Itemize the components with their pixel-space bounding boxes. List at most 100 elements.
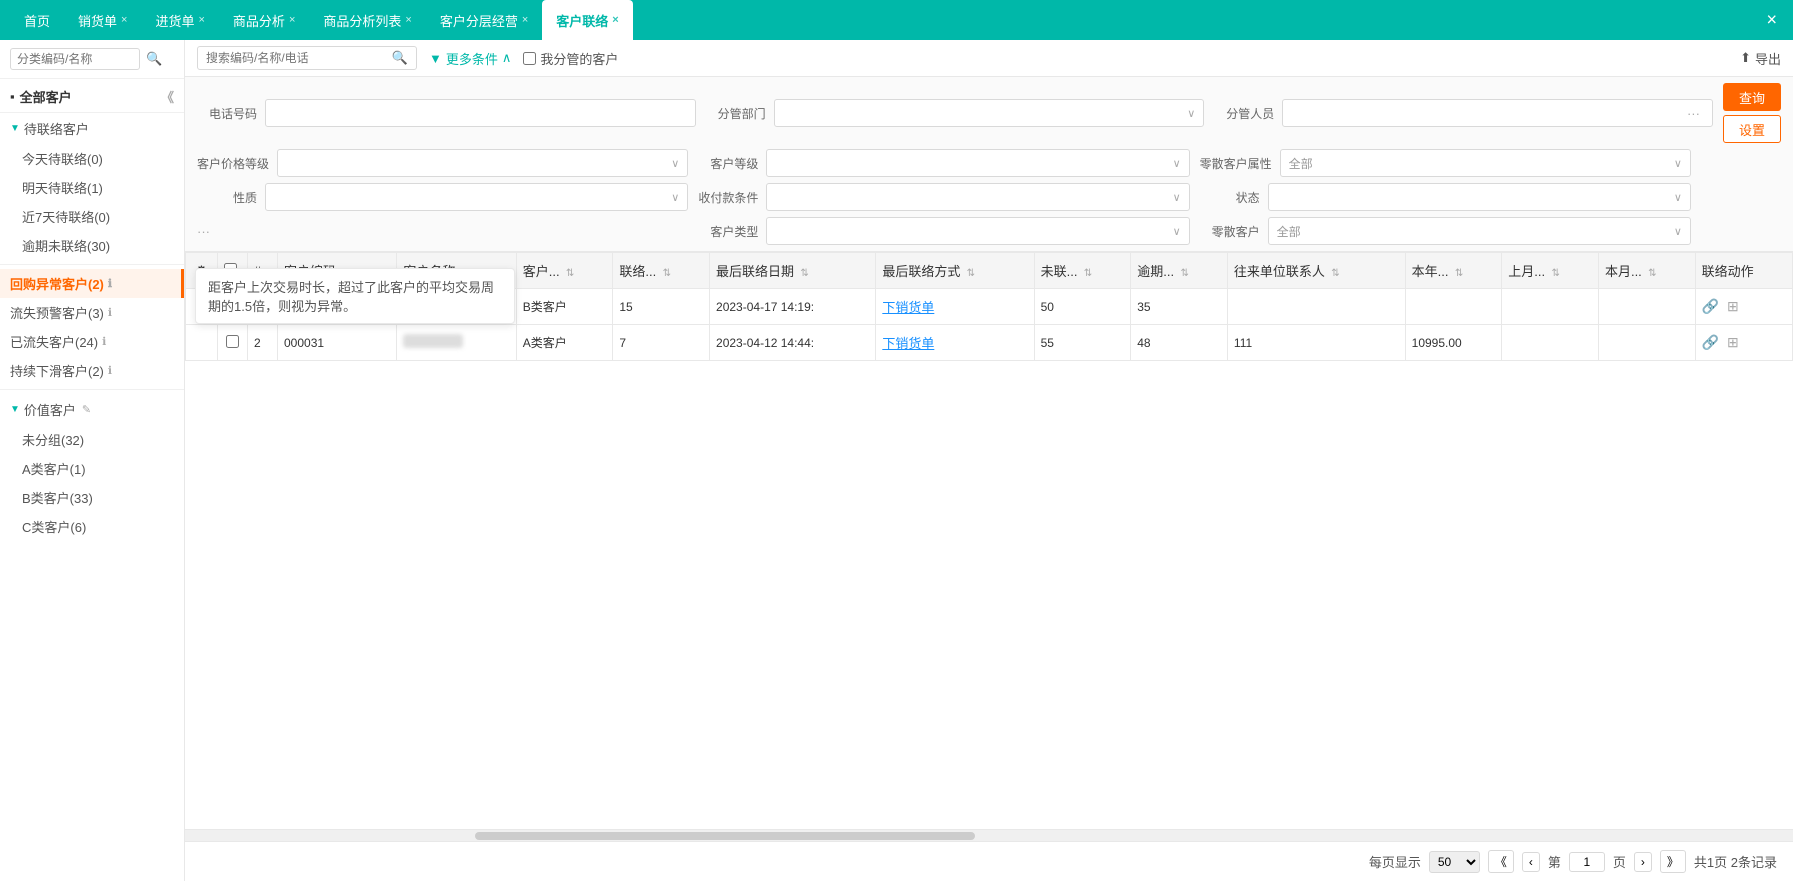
phone-input[interactable] [265,99,696,127]
sidebar-collapse-icon[interactable]: 《 [161,87,174,106]
my-customers-check[interactable] [523,52,536,65]
last-page-btn[interactable]: 》 [1660,850,1686,873]
my-customers-checkbox[interactable]: 我分管的客户 [523,49,618,68]
nav-close-customer-tier[interactable]: × [522,14,528,26]
price-level-select[interactable]: ∨ [277,149,688,177]
dept-select[interactable]: ∨ [774,99,1205,127]
person-select[interactable]: ··· [1282,99,1713,127]
col-contact[interactable]: 联络... ⇅ [613,253,710,289]
row-historical-0 [1227,289,1405,325]
gender-label: 性质 [197,189,257,206]
action-link-icon-0[interactable]: 🔗 [1702,298,1719,315]
query-button[interactable]: 查询 [1723,83,1781,111]
row-this-year-1: 10995.00 [1405,325,1502,361]
sidebar-item-tomorrow[interactable]: 明天待联络(1) [0,173,184,202]
col-last-method[interactable]: 最后联络方式 ⇅ [876,253,1034,289]
sort-icon-this-month: ⇅ [1648,268,1656,279]
row-checkbox-1[interactable] [226,335,239,348]
nav-customer-contact[interactable]: 客户联络 × [542,0,632,40]
col-overdue[interactable]: 逾期... ⇅ [1131,253,1228,289]
last-method-link-0[interactable]: 下销货单 [882,300,934,315]
settings-button[interactable]: 设置 [1723,115,1781,143]
more-conditions-btn[interactable]: ▼ 更多条件 ∧ [429,49,511,68]
sidebar-item-lost-warning[interactable]: 流失预警客户(3) ℹ [0,298,184,327]
nav-close-purchase[interactable]: × [198,14,204,26]
sidebar-item-7days[interactable]: 近7天待联络(0) [0,202,184,231]
sidebar-item-overdue[interactable]: 逾期未联络(30) [0,231,184,260]
scrollbar-thumb[interactable] [475,832,975,840]
sidebar-item-class-a[interactable]: A类客户(1) [0,454,184,483]
sidebar-search-input[interactable] [10,48,140,70]
search-box[interactable]: 🔍 [197,46,417,70]
nav-close-product-list[interactable]: × [405,14,411,26]
sort-icon-historical: ⇅ [1331,268,1339,279]
nav-home[interactable]: 首页 [10,0,64,40]
per-page-select[interactable]: 50 100 200 [1429,851,1480,873]
filter-row-1: 电话号码 分管部门 ∨ 分管人员 ··· [197,83,1781,143]
action-grid-icon-0[interactable]: ⊞ [1727,298,1739,315]
content-area: 距客户上次交易时长，超过了此客户的平均交易周期的1.5倍，则视为异常。 🔍 ▼ … [185,40,1793,881]
level-select[interactable]: ∨ [766,149,1189,177]
sidebar-item-class-b[interactable]: B类客户(33) [0,483,184,512]
retail-attr-select[interactable]: 全部 ∨ [1280,149,1691,177]
app-close-button[interactable]: × [1766,10,1777,31]
gender-arrow: ∨ [671,191,679,204]
next-page-btn[interactable]: › [1634,852,1652,872]
status-select[interactable]: ∨ [1268,183,1691,211]
col-this-month[interactable]: 本月... ⇅ [1598,253,1695,289]
export-button[interactable]: ⬆ 导出 [1740,49,1781,68]
first-page-btn[interactable]: 《 [1488,850,1514,873]
row-action-1: 🔗 ⊞ [1695,325,1792,361]
gender-select[interactable]: ∨ [265,183,688,211]
nav-close-customer-contact[interactable]: × [612,14,618,26]
row-last-method-0[interactable]: 下销货单 [876,289,1034,325]
wait-contact-triangle: ▼ [10,123,20,134]
prev-page-btn[interactable]: ‹ [1522,852,1540,872]
nav-close-sales[interactable]: × [121,14,127,26]
value-customer-edit-icon[interactable]: ✎ [82,403,91,416]
sidebar-item-ungrouped[interactable]: 未分组(32) [0,425,184,454]
action-grid-icon-1[interactable]: ⊞ [1727,334,1739,351]
page-number-input[interactable] [1569,852,1605,872]
level-label: 客户等级 [698,155,758,172]
sidebar-item-today[interactable]: 今天待联络(0) [0,144,184,173]
sort-icon-category: ⇅ [566,268,574,279]
row-last-method-1[interactable]: 下销货单 [876,325,1034,361]
wait-contact-group[interactable]: ▼ 待联络客户 [0,113,184,144]
nav-product-analysis[interactable]: 商品分析 × [219,0,309,40]
col-category[interactable]: 客户... ⇅ [516,253,613,289]
filter-cell-status: 状态 ∨ [1200,183,1691,211]
action-link-icon-1[interactable]: 🔗 [1702,334,1719,351]
col-historical[interactable]: 往来单位联系人 ⇅ [1227,253,1405,289]
sidebar-item-class-c[interactable]: C类客户(6) [0,512,184,541]
row-check-1[interactable] [218,325,248,361]
row-historical-1: 111 [1227,325,1405,361]
all-customers-title[interactable]: ▪ 全部客户 《 [0,79,184,113]
filter-cell-retail-customer: 零散客户 全部 ∨ [1200,217,1691,245]
nav-product-analysis-list[interactable]: 商品分析列表 × [309,0,425,40]
nav-sales-order[interactable]: 销货单 × [64,0,141,40]
sidebar-item-lost[interactable]: 已流失客户(24) ℹ [0,327,184,356]
horizontal-scrollbar[interactable] [185,829,1793,841]
search-input[interactable] [206,51,392,65]
col-last-month[interactable]: 上月... ⇅ [1502,253,1599,289]
sort-icon-contact: ⇅ [663,268,671,279]
sidebar-search-icon[interactable]: 🔍 [146,51,162,67]
sidebar-item-abnormal[interactable]: 回购异常客户(2) ℹ [0,269,184,298]
payment-select[interactable]: ∨ [766,183,1189,211]
col-this-year[interactable]: 本年... ⇅ [1405,253,1502,289]
search-icon[interactable]: 🔍 [392,50,408,66]
sidebar-item-declining[interactable]: 持续下滑客户(2) ℹ [0,356,184,385]
nav-purchase-order[interactable]: 进货单 × [141,0,218,40]
customer-type-select[interactable]: ∨ [766,217,1189,245]
retail-customer-select[interactable]: 全部 ∨ [1268,217,1691,245]
retail-customer-arrow: ∨ [1674,225,1682,238]
col-last-date[interactable]: 最后联络日期 ⇅ [710,253,876,289]
person-dots[interactable]: ··· [1687,106,1700,121]
row4-dots[interactable]: ··· [197,224,210,239]
nav-close-product-analysis[interactable]: × [289,14,295,26]
nav-customer-tier[interactable]: 客户分层经营 × [426,0,542,40]
col-uncontacted[interactable]: 未联... ⇅ [1034,253,1131,289]
value-customer-group[interactable]: ▼ 价值客户 ✎ [0,394,184,425]
last-method-link-1[interactable]: 下销货单 [882,336,934,351]
